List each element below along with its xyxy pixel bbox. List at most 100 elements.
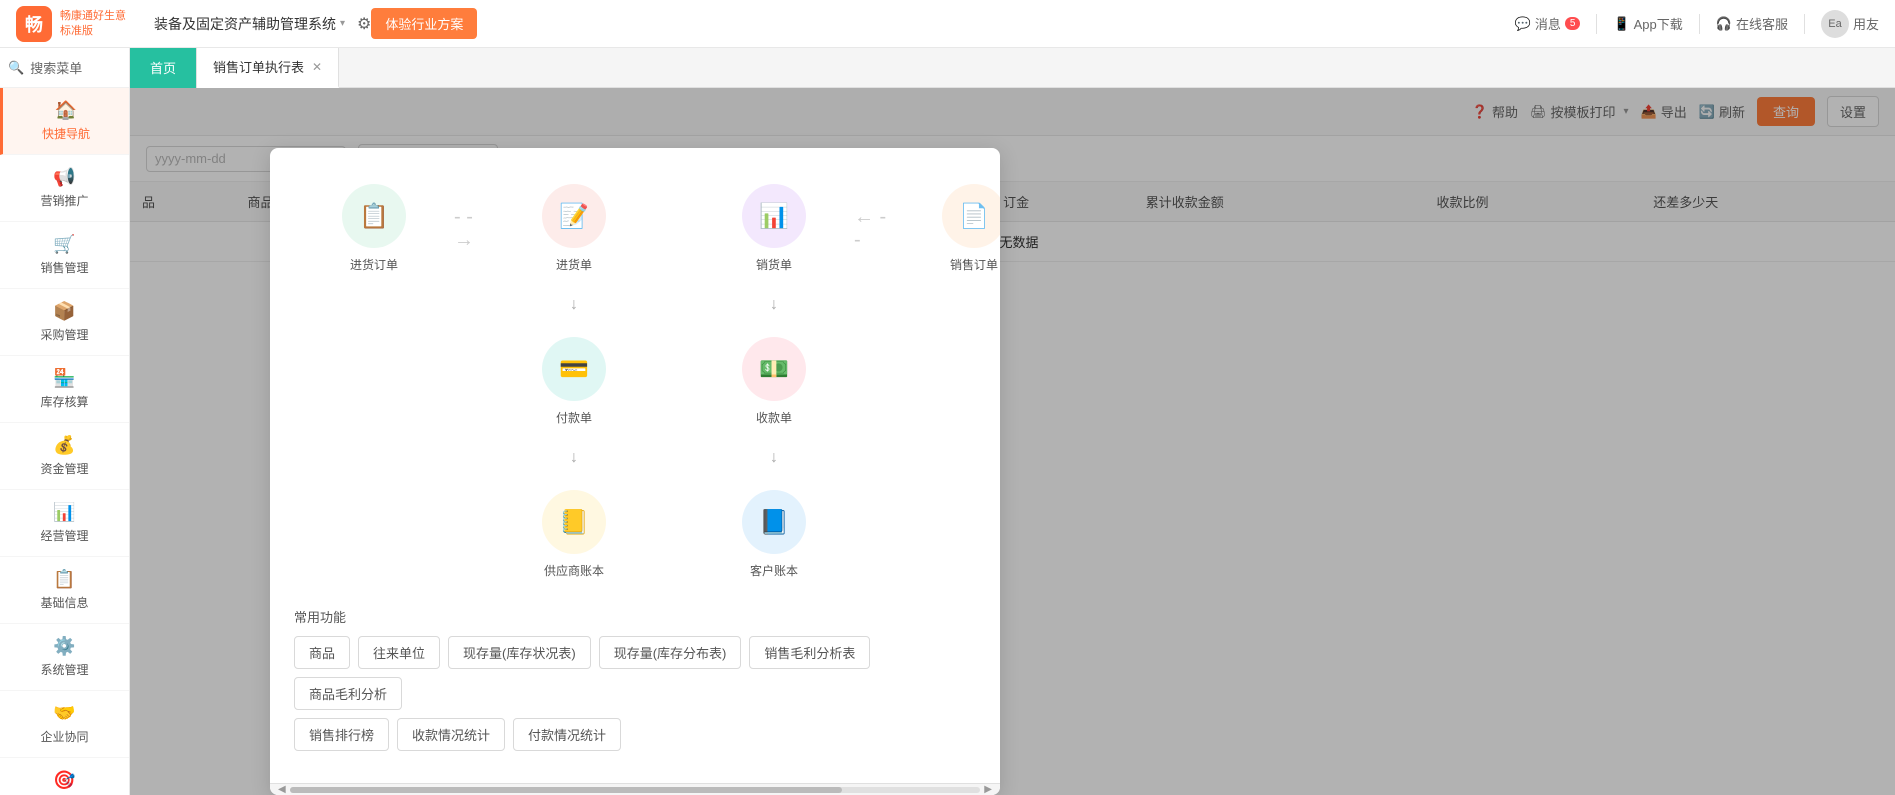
scroll-thumb[interactable] xyxy=(290,787,842,793)
divider-1 xyxy=(1596,14,1597,34)
tab-bar: 首页 销售订单执行表 ✕ xyxy=(130,48,1895,88)
func-btn-stock-dist[interactable]: 现存量(库存分布表) xyxy=(599,636,742,669)
sidebar-item-sales[interactable]: 🛒 销售管理 xyxy=(0,222,129,289)
purchase-bill-label: 进货单 xyxy=(556,256,592,273)
sidebar-item-system[interactable]: ⚙️ 系统管理 xyxy=(0,624,129,691)
message-action[interactable]: 💬 消息 5 xyxy=(1515,14,1581,33)
purchase-order-label: 进货订单 xyxy=(350,256,398,273)
inventory-icon: 🏪 xyxy=(53,368,75,389)
main-content: ❓ 帮助 🖨 按模板打印 ▾ 📤 导出 🔄 刷新 xyxy=(130,88,1895,795)
supplier-ledger-icon: 📒 xyxy=(542,490,606,554)
sidebar-item-operation[interactable]: 📊 经营管理 xyxy=(0,490,129,557)
arrow-down-sales: ↓ xyxy=(694,296,854,314)
finance-icon: 💰 xyxy=(53,435,75,456)
sidebar-item-inventory[interactable]: 🏪 库存核算 xyxy=(0,356,129,423)
online-service-action[interactable]: 🎧 在线客服 xyxy=(1716,14,1788,33)
user-action[interactable]: Ea 用友 xyxy=(1821,10,1879,38)
func-btn-goods-profit[interactable]: 商品毛利分析 xyxy=(294,677,402,710)
divider-3 xyxy=(1804,14,1805,34)
flow-purchase-bill[interactable]: 📝 进货单 xyxy=(494,172,654,285)
receipt-bill-icon: 💵 xyxy=(742,337,806,401)
arrow-left-1: ← - - xyxy=(854,206,894,252)
customer-ledger-label: 客户账本 xyxy=(750,562,798,579)
tab-close-icon[interactable]: ✕ xyxy=(312,60,322,74)
sales-order-icon: 📄 xyxy=(942,184,1000,248)
arrow-right-1: - - → xyxy=(454,206,494,252)
logo-area: 畅 畅康通好生意 标准版 xyxy=(16,6,146,42)
sales-bill-label: 销货单 xyxy=(756,256,792,273)
common-functions-title: 常用功能 xyxy=(294,607,976,626)
modal: 📋 进货订单 - - → 📝 进货单 xyxy=(270,148,1000,795)
logo-icon: 畅 xyxy=(16,6,52,42)
scroll-right-icon[interactable]: ▶ xyxy=(980,784,996,795)
main-area: 🔍 搜索菜单 🏠 快捷导航 📢 营销推广 🛒 销售管理 📦 采购管理 🏪 xyxy=(0,48,1895,795)
func-btn-payment-stats[interactable]: 付款情况统计 xyxy=(513,718,621,751)
system-icon: ⚙️ xyxy=(53,636,75,657)
func-buttons-row1: 商品 往来单位 现存量(库存状况表) 现存量(库存分布表) 销售毛利分析表 商品… xyxy=(294,636,976,710)
sidebar-item-marketing[interactable]: 📢 营销推广 xyxy=(0,155,129,222)
system-title-dropdown[interactable]: ▾ xyxy=(340,18,345,29)
flow-customer-ledger[interactable]: 📘 客户账本 xyxy=(694,478,854,591)
search-icon: 🔍 xyxy=(8,60,24,76)
flow-diagram: 📋 进货订单 - - → 📝 进货单 xyxy=(294,172,976,591)
tab-sales-order[interactable]: 销售订单执行表 ✕ xyxy=(197,48,339,88)
arrow-down-receipt: ↓ xyxy=(694,449,854,467)
top-bar: 畅 畅康通好生意 标准版 装备及固定资产辅助管理系统 ▾ ⚙ 体验行业方案 💬 … xyxy=(0,0,1895,48)
settings-icon[interactable]: ⚙ xyxy=(357,14,371,34)
app-download-icon: 📱 xyxy=(1613,16,1629,32)
experience-btn[interactable]: 体验行业方案 xyxy=(371,8,477,39)
common-functions: 常用功能 商品 往来单位 现存量(库存状况表) 现存量(库存分布表) 销售毛利分… xyxy=(294,607,976,751)
marketing-icon: 📢 xyxy=(53,167,75,188)
purchase-icon: 📦 xyxy=(53,301,75,322)
overlay[interactable]: 📋 进货订单 - - → 📝 进货单 xyxy=(130,88,1895,795)
func-btn-receipt-stats[interactable]: 收款情况统计 xyxy=(397,718,505,751)
sidebar-search[interactable]: 🔍 搜索菜单 xyxy=(0,48,129,88)
payment-bill-icon: 💳 xyxy=(542,337,606,401)
purchase-bill-icon: 📝 xyxy=(542,184,606,248)
supplier-ledger-label: 供应商账本 xyxy=(544,562,604,579)
avatar: Ea xyxy=(1821,10,1849,38)
flow-sales-bill[interactable]: 📊 销货单 xyxy=(694,172,854,285)
func-btn-sales-rank[interactable]: 销售排行榜 xyxy=(294,718,389,751)
arrow-down-payment: ↓ xyxy=(494,449,654,467)
message-badge: 5 xyxy=(1565,17,1581,30)
tab-home[interactable]: 首页 xyxy=(130,48,197,88)
flow-supplier-ledger[interactable]: 📒 供应商账本 xyxy=(494,478,654,591)
customer-ledger-icon: 📘 xyxy=(742,490,806,554)
divider-2 xyxy=(1699,14,1700,34)
headset-icon: 🎧 xyxy=(1716,16,1732,32)
system-title: 装备及固定资产辅助管理系统 xyxy=(154,14,336,34)
flow-payment-bill[interactable]: 💳 付款单 xyxy=(494,325,654,438)
scroll-left-icon[interactable]: ◀ xyxy=(274,784,290,795)
basic-info-icon: 📋 xyxy=(53,569,75,590)
flow-receipt-bill[interactable]: 💵 收款单 xyxy=(694,325,854,438)
sidebar-item-quick-nav[interactable]: 🏠 快捷导航 xyxy=(0,88,129,155)
scroll-track[interactable] xyxy=(290,787,981,793)
func-btn-partners[interactable]: 往来单位 xyxy=(358,636,440,669)
content-area: 首页 销售订单执行表 ✕ ❓ 帮助 🖨 按模板打印 xyxy=(130,48,1895,795)
flow-sales-order[interactable]: 📄 销售订单 xyxy=(894,172,1000,285)
func-btn-sales-profit[interactable]: 销售毛利分析表 xyxy=(749,636,870,669)
app-download-action[interactable]: 📱 App下载 xyxy=(1613,14,1682,33)
enterprise-icon: 🤝 xyxy=(53,703,75,724)
message-icon: 💬 xyxy=(1515,16,1531,32)
sidebar-item-finance[interactable]: 💰 资金管理 xyxy=(0,423,129,490)
func-btn-goods[interactable]: 商品 xyxy=(294,636,350,669)
top-bar-actions: 💬 消息 5 📱 App下载 🎧 在线客服 Ea 用友 xyxy=(1515,10,1879,38)
func-buttons-row2: 销售排行榜 收款情况统计 付款情况统计 xyxy=(294,718,976,751)
modal-body: 📋 进货订单 - - → 📝 进货单 xyxy=(270,148,1000,783)
sales-icon: 🛒 xyxy=(53,234,75,255)
func-btn-stock-status[interactable]: 现存量(库存状况表) xyxy=(448,636,591,669)
operation-icon: 📊 xyxy=(53,502,75,523)
payment-bill-label: 付款单 xyxy=(556,409,592,426)
sidebar-item-enterprise[interactable]: 🤝 企业协同 xyxy=(0,691,129,758)
sales-bill-icon: 📊 xyxy=(742,184,806,248)
flow-purchase-order[interactable]: 📋 进货订单 xyxy=(294,172,454,285)
sidebar-item-newbie[interactable]: 🎯 新手引导 xyxy=(0,758,129,795)
sales-order-label: 销售订单 xyxy=(950,256,998,273)
sidebar-item-purchase[interactable]: 📦 采购管理 xyxy=(0,289,129,356)
sidebar-item-basic-info[interactable]: 📋 基础信息 xyxy=(0,557,129,624)
modal-scrollbar[interactable]: ◀ ▶ xyxy=(270,783,1000,795)
purchase-order-icon: 📋 xyxy=(342,184,406,248)
receipt-bill-label: 收款单 xyxy=(756,409,792,426)
